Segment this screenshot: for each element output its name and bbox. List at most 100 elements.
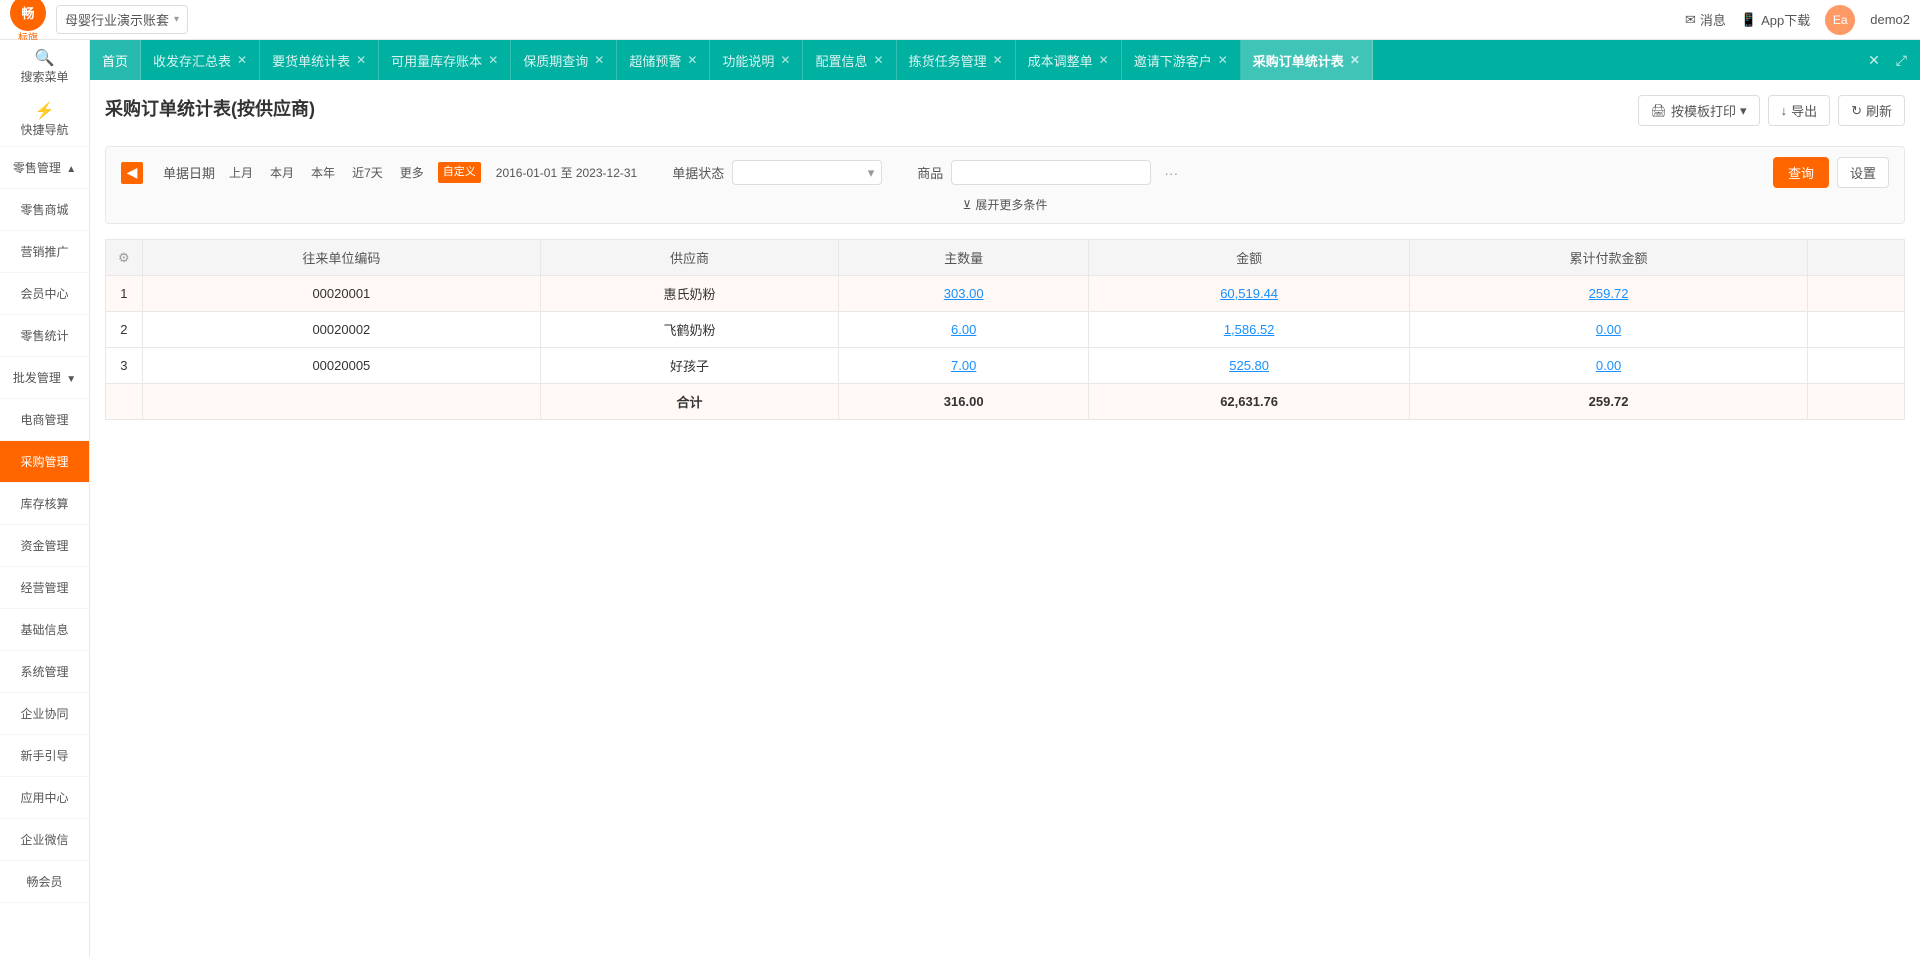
tab-invite-downstream-close[interactable]: ✕ xyxy=(1218,53,1228,67)
user-name[interactable]: demo2 xyxy=(1870,12,1910,27)
tab-order-summary-label: 要货单统计表 xyxy=(272,51,350,70)
row1-qty[interactable]: 303.00 xyxy=(838,276,1088,312)
status-select[interactable] xyxy=(732,160,882,185)
sidebar-item-newbie[interactable]: 新手引导 xyxy=(0,735,89,777)
tab-function-desc-label: 功能说明 xyxy=(722,51,774,70)
sidebar-item-retail-stats[interactable]: 零售统计 xyxy=(0,315,89,357)
tab-function-desc[interactable]: 功能说明 ✕ xyxy=(710,40,803,80)
tab-config-info-close[interactable]: ✕ xyxy=(874,53,884,67)
sidebar-item-operations[interactable]: 经营管理 xyxy=(0,567,89,609)
tab-available-stock-label: 可用量库存账本 xyxy=(391,51,482,70)
tab-invite-downstream[interactable]: 邀请下游客户 ✕ xyxy=(1122,40,1241,80)
sidebar-quick-nav[interactable]: ⚡ 快捷导航 xyxy=(0,93,89,147)
sidebar-item-retail-management[interactable]: 零售管理 ▲ xyxy=(0,147,89,189)
logo[interactable]: 畅 标旗 xyxy=(10,0,46,44)
footer-qty: 316.00 xyxy=(838,384,1088,420)
tab-cost-adjust-close[interactable]: ✕ xyxy=(1099,53,1109,67)
sidebar-item-member-center[interactable]: 会员中心 xyxy=(0,273,89,315)
tab-available-stock-close[interactable]: ✕ xyxy=(488,53,498,67)
workspace-arrow-icon: ▾ xyxy=(174,14,179,25)
row3-qty[interactable]: 7.00 xyxy=(838,348,1088,384)
message-button[interactable]: ✉ 消息 xyxy=(1685,10,1726,29)
date-shortcut-this-month[interactable]: 本月 xyxy=(264,162,300,183)
tab-config-info[interactable]: 配置信息 ✕ xyxy=(803,40,896,80)
settings-button[interactable]: 设置 xyxy=(1837,157,1889,188)
refresh-button[interactable]: ↻ 刷新 xyxy=(1838,95,1905,126)
export-label: 导出 xyxy=(1791,101,1817,120)
sidebar-item-inventory[interactable]: 库存核算 xyxy=(0,483,89,525)
date-shortcut-last-month[interactable]: 上月 xyxy=(223,162,259,183)
col-code: 往来单位编码 xyxy=(142,240,540,276)
refresh-icon: ↻ xyxy=(1851,103,1862,119)
nav-close-all-button[interactable]: ✕ xyxy=(1860,48,1888,73)
expand-conditions-button[interactable]: ⊻ 展开更多条件 xyxy=(121,196,1889,213)
tab-order-summary[interactable]: 要货单统计表 ✕ xyxy=(260,40,379,80)
sidebar-item-finance[interactable]: 资金管理 xyxy=(0,525,89,567)
sidebar-item-marketing[interactable]: 营销推广 xyxy=(0,231,89,273)
sidebar-item-system[interactable]: 系统管理 xyxy=(0,651,89,693)
sidebar-item-ecommerce[interactable]: 电商管理 xyxy=(0,399,89,441)
tab-recv-send-label: 收发存汇总表 xyxy=(153,51,231,70)
table-settings-icon[interactable]: ⚙ xyxy=(118,250,130,265)
footer-extra xyxy=(1808,384,1905,420)
row1-supplier: 惠氏奶粉 xyxy=(541,276,839,312)
tab-recv-send-close[interactable]: ✕ xyxy=(237,53,247,67)
sidebar-item-enterprise[interactable]: 企业协同 xyxy=(0,693,89,735)
tab-home-label: 首页 xyxy=(102,51,128,70)
date-shortcut-7days[interactable]: 近7天 xyxy=(346,162,389,183)
tab-overstock[interactable]: 超储预警 ✕ xyxy=(617,40,710,80)
sidebar-item-wholesale[interactable]: 批发管理 ▼ xyxy=(0,357,89,399)
tab-purchase-summary[interactable]: 采购订单统计表 ✕ xyxy=(1241,40,1373,80)
app-download-icon: 📱 xyxy=(1741,12,1757,28)
tab-picking-task[interactable]: 拣货任务管理 ✕ xyxy=(897,40,1016,80)
tab-shelf-life[interactable]: 保质期查询 ✕ xyxy=(511,40,617,80)
tab-overstock-close[interactable]: ✕ xyxy=(687,53,697,67)
row1-amount[interactable]: 60,519.44 xyxy=(1089,276,1409,312)
workspace-selector[interactable]: 母婴行业演示账套 ▾ xyxy=(56,5,188,34)
row3-amount[interactable]: 525.80 xyxy=(1089,348,1409,384)
avatar[interactable]: Ea xyxy=(1825,5,1855,35)
sidebar-item-enterprise-wx[interactable]: 企业微信 xyxy=(0,819,89,861)
row1-extra xyxy=(1808,276,1905,312)
row3-paid[interactable]: 0.00 xyxy=(1409,348,1807,384)
app-download-label: App下载 xyxy=(1761,10,1810,29)
row3-no: 3 xyxy=(106,348,143,384)
sidebar-item-member-card[interactable]: 畅会员 xyxy=(0,861,89,903)
date-range-display: 2016-01-01 至 2023-12-31 xyxy=(496,164,637,181)
print-button[interactable]: 🖨 按模板打印 ▾ xyxy=(1638,95,1760,126)
tab-home[interactable]: 首页 xyxy=(90,40,141,80)
tab-shelf-life-close[interactable]: ✕ xyxy=(594,53,604,67)
tab-available-stock[interactable]: 可用量库存账本 ✕ xyxy=(379,40,511,80)
sidebar-item-app-center[interactable]: 应用中心 xyxy=(0,777,89,819)
nav-maximize-button[interactable]: ⤢ xyxy=(1888,48,1915,73)
sidebar-item-basic-info[interactable]: 基础信息 xyxy=(0,609,89,651)
export-button[interactable]: ↓ 导出 xyxy=(1768,95,1831,126)
tab-cost-adjust[interactable]: 成本调整单 ✕ xyxy=(1016,40,1122,80)
date-shortcut-this-year[interactable]: 本年 xyxy=(305,162,341,183)
data-table: ⚙ 往来单位编码 供应商 主数量 金额 累计付款金额 1 xyxy=(105,239,1905,420)
sidebar-item-purchase[interactable]: 采购管理 xyxy=(0,441,89,483)
tab-picking-task-close[interactable]: ✕ xyxy=(993,53,1003,67)
row2-amount[interactable]: 1,586.52 xyxy=(1089,312,1409,348)
tab-recv-send[interactable]: 收发存汇总表 ✕ xyxy=(141,40,260,80)
tab-purchase-summary-close[interactable]: ✕ xyxy=(1350,53,1360,67)
collapse-button[interactable]: ◀ xyxy=(121,162,143,184)
sidebar-item-retail-mall[interactable]: 零售商城 xyxy=(0,189,89,231)
tab-function-desc-close[interactable]: ✕ xyxy=(780,53,790,67)
tab-order-summary-close[interactable]: ✕ xyxy=(356,53,366,67)
sidebar-search[interactable]: 🔍 搜索菜单 xyxy=(0,40,89,93)
row2-paid[interactable]: 0.00 xyxy=(1409,312,1807,348)
print-label: 按模板打印 xyxy=(1671,101,1736,120)
app-download-button[interactable]: 📱 App下载 xyxy=(1741,10,1810,29)
query-button[interactable]: 查询 xyxy=(1773,157,1829,188)
svg-text:畅: 畅 xyxy=(21,6,34,21)
row2-qty[interactable]: 6.00 xyxy=(838,312,1088,348)
goods-filter-label: 商品 xyxy=(917,163,943,182)
goods-more-button[interactable]: ··· xyxy=(1164,165,1178,181)
date-shortcut-more[interactable]: 更多 xyxy=(394,162,430,183)
status-filter-label: 单据状态 xyxy=(672,163,724,182)
refresh-label: 刷新 xyxy=(1866,101,1892,120)
goods-input[interactable] xyxy=(951,160,1151,185)
page-title: 采购订单统计表(按供应商) xyxy=(105,95,315,121)
row1-paid[interactable]: 259.72 xyxy=(1409,276,1807,312)
